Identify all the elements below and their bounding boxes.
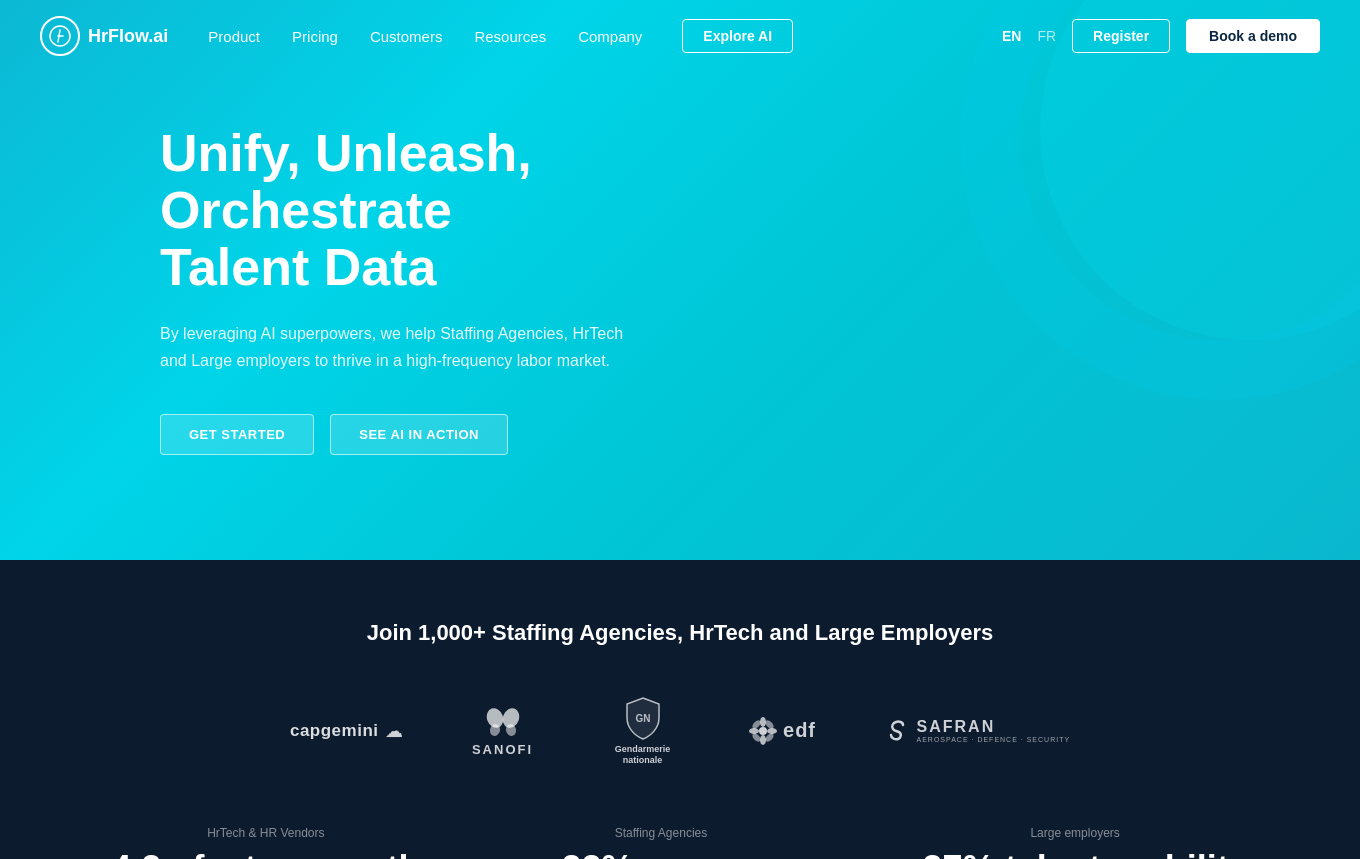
nav-link-customers[interactable]: Customers bbox=[370, 28, 443, 45]
logos-row: capgemini ☁ SANOFI bbox=[40, 696, 1320, 766]
register-button[interactable]: Register bbox=[1072, 19, 1170, 53]
get-started-button[interactable]: GET STARTED bbox=[160, 414, 314, 455]
navbar: HrFlow.ai Product Pricing Customers Reso… bbox=[0, 0, 1360, 72]
hero-title: Unify, Unleash, Orchestrate Talent Data bbox=[160, 125, 800, 297]
stat-employers: Large employers +37% talent mobility bbox=[902, 826, 1249, 859]
stats-row: HrTech & HR Vendors 4.2× faster growth S… bbox=[40, 826, 1320, 859]
logo-gendarmerie: GN Gendarmerie nationale bbox=[603, 696, 683, 766]
explore-ai-button[interactable]: Explore AI bbox=[682, 19, 793, 53]
stat-staffing-value: +22% revenue bbox=[540, 848, 781, 859]
nav-links: Product Pricing Customers Resources Comp… bbox=[208, 28, 642, 45]
logo-sanofi: SANOFI bbox=[463, 704, 543, 757]
stat-hrtech-value: 4.2× faster growth bbox=[111, 848, 420, 859]
lang-en[interactable]: EN bbox=[1002, 28, 1021, 44]
see-ai-button[interactable]: SEE AI IN ACTION bbox=[330, 414, 508, 455]
nav-link-resources[interactable]: Resources bbox=[474, 28, 546, 45]
nav-right: EN FR Register Book a demo bbox=[1002, 19, 1320, 53]
logo-text: HrFlow.ai bbox=[88, 26, 168, 47]
stat-hrtech: HrTech & HR Vendors 4.2× faster growth bbox=[111, 826, 420, 859]
nav-link-product[interactable]: Product bbox=[208, 28, 260, 45]
edf-logo-icon bbox=[749, 717, 777, 745]
dark-section: Join 1,000+ Staffing Agencies, HrTech an… bbox=[0, 560, 1360, 859]
nav-link-pricing[interactable]: Pricing bbox=[292, 28, 338, 45]
book-demo-button[interactable]: Book a demo bbox=[1186, 19, 1320, 53]
stat-staffing: Staffing Agencies +22% revenue bbox=[540, 826, 781, 859]
stat-staffing-category: Staffing Agencies bbox=[540, 826, 781, 840]
svg-text:GN: GN bbox=[635, 713, 650, 724]
lang-fr[interactable]: FR bbox=[1037, 28, 1056, 44]
capgemini-cloud-icon: ☁ bbox=[385, 720, 403, 742]
logo-edf: edf bbox=[743, 717, 823, 745]
hero-subtitle: By leveraging AI superpowers, we help St… bbox=[160, 320, 640, 374]
logo-capgemini: capgemini ☁ bbox=[290, 720, 403, 742]
hero-content: Unify, Unleash, Orchestrate Talent Data … bbox=[160, 125, 800, 456]
svg-point-10 bbox=[760, 735, 766, 745]
join-text: Join 1,000+ Staffing Agencies, HrTech an… bbox=[40, 620, 1320, 646]
stat-employers-category: Large employers bbox=[902, 826, 1249, 840]
svg-point-8 bbox=[759, 727, 767, 735]
stat-hrtech-category: HrTech & HR Vendors bbox=[111, 826, 420, 840]
logo-icon bbox=[40, 16, 80, 56]
svg-point-12 bbox=[767, 728, 777, 734]
gendarmerie-shield-icon: GN bbox=[625, 696, 661, 740]
nav-link-company[interactable]: Company bbox=[578, 28, 642, 45]
svg-point-9 bbox=[760, 717, 766, 727]
svg-point-11 bbox=[749, 728, 759, 734]
nav-left: HrFlow.ai Product Pricing Customers Reso… bbox=[40, 16, 793, 56]
logo[interactable]: HrFlow.ai bbox=[40, 16, 168, 56]
sanofi-logo-icon bbox=[485, 704, 521, 740]
safran-logo-icon bbox=[883, 717, 911, 745]
hero-buttons: GET STARTED SEE AI IN ACTION bbox=[160, 414, 800, 455]
stat-employers-value: +37% talent mobility bbox=[902, 848, 1249, 859]
hero-section: Unify, Unleash, Orchestrate Talent Data … bbox=[0, 0, 1360, 560]
logo-safran: SAFRAN AEROSPACE · DEFENCE · SECURITY bbox=[883, 717, 1071, 745]
